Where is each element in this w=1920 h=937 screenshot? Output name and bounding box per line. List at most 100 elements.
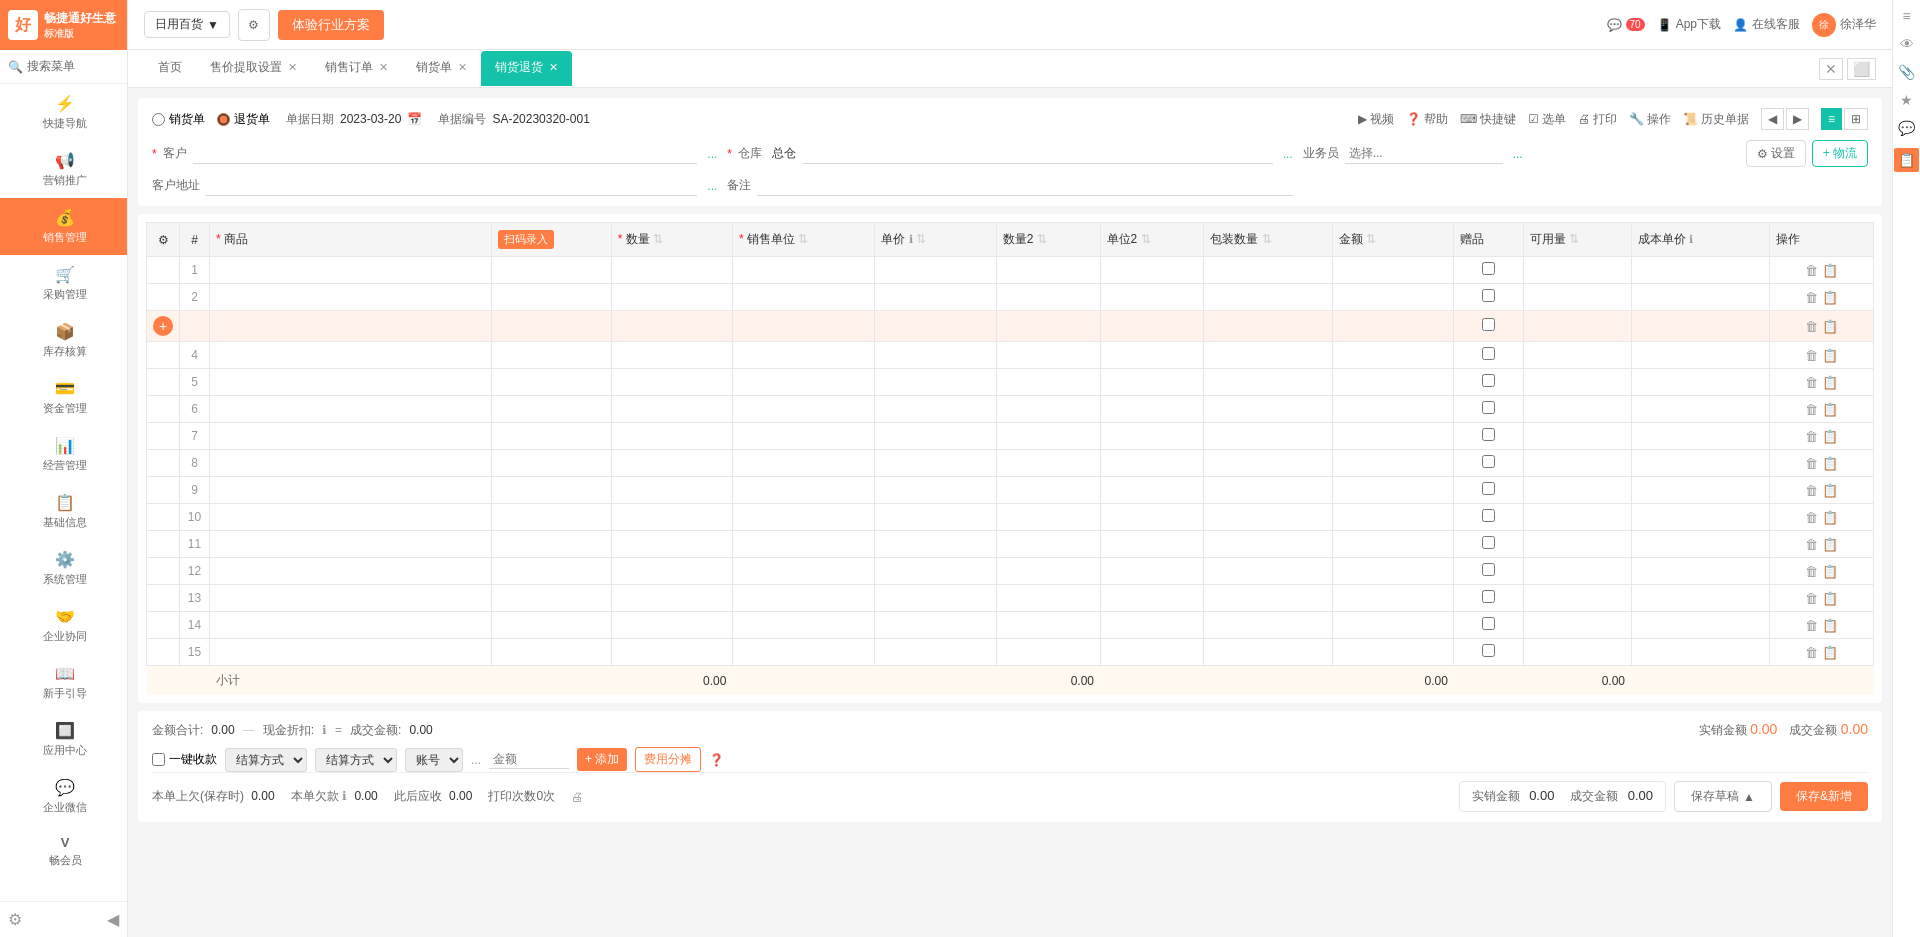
discount-info-icon[interactable]: ℹ	[322, 723, 327, 737]
copy-row-10[interactable]: 📋	[1822, 510, 1838, 525]
settings-icon[interactable]: ⚙	[8, 910, 22, 929]
copy-row-15[interactable]: 📋	[1822, 645, 1838, 660]
fee-info-icon[interactable]: ❓	[709, 753, 724, 767]
gift-checkbox-12[interactable]	[1482, 563, 1495, 576]
radio-return[interactable]: 退货单	[217, 111, 270, 128]
select-action[interactable]: ☑ 选单	[1528, 111, 1566, 128]
price-info-icon[interactable]: ℹ	[909, 233, 913, 245]
print-action[interactable]: 🖨 打印	[1578, 111, 1617, 128]
avail-sort-icon[interactable]: ⇅	[1569, 232, 1579, 246]
save-draft-button[interactable]: 保存草稿 ▲	[1674, 781, 1772, 812]
gift-checkbox-14[interactable]	[1482, 617, 1495, 630]
gift-checkbox-2[interactable]	[1482, 289, 1495, 302]
copy-row-11[interactable]: 📋	[1822, 537, 1838, 552]
account-select[interactable]: 账号	[405, 748, 463, 772]
unit-sort-icon[interactable]: ⇅	[798, 232, 808, 246]
column-settings-icon[interactable]: ⚙	[158, 233, 169, 247]
qty-sort-icon[interactable]: ⇅	[653, 232, 663, 246]
tab-sales-order[interactable]: 销售订单 ✕	[311, 51, 402, 86]
copy-row-8[interactable]: 📋	[1822, 456, 1838, 471]
sidebar-item-member[interactable]: V 畅会员	[0, 825, 127, 878]
sidebar-item-purchase[interactable]: 🛒 采购管理	[0, 255, 127, 312]
pack-sort-icon[interactable]: ⇅	[1262, 232, 1272, 246]
delete-row-6[interactable]: 🗑	[1805, 402, 1818, 417]
right-panel-icon-3[interactable]: 📎	[1898, 64, 1915, 80]
calendar-icon[interactable]: 📅	[407, 112, 422, 126]
sidebar-item-sales[interactable]: 💰 销售管理	[0, 198, 127, 255]
delete-row-11[interactable]: 🗑	[1805, 537, 1818, 552]
gift-checkbox-3[interactable]	[1482, 318, 1495, 331]
staff-select-button[interactable]: ...	[1513, 147, 1523, 161]
right-panel-icon-1[interactable]: ≡	[1902, 8, 1910, 24]
copy-row-9[interactable]: 📋	[1822, 483, 1838, 498]
copy-row-5[interactable]: 📋	[1822, 375, 1838, 390]
copy-row-4[interactable]: 📋	[1822, 348, 1838, 363]
gift-checkbox-13[interactable]	[1482, 590, 1495, 603]
operate-action[interactable]: 🔧 操作	[1629, 111, 1671, 128]
maximize-icon[interactable]: ⬜	[1847, 58, 1876, 80]
gift-checkbox-6[interactable]	[1482, 401, 1495, 414]
tab-sales-return[interactable]: 销货退货 ✕	[481, 51, 572, 86]
add-row-button[interactable]: +	[153, 316, 173, 336]
delete-row-1[interactable]: 🗑	[1805, 263, 1818, 278]
gift-checkbox-11[interactable]	[1482, 536, 1495, 549]
unit2-sort-icon[interactable]: ⇅	[1141, 232, 1151, 246]
single-debt-icon[interactable]: ℹ	[342, 789, 347, 803]
sidebar-search[interactable]: 🔍 搜索菜单	[0, 50, 127, 84]
online-service-button[interactable]: 👤 在线客服	[1733, 16, 1800, 33]
gift-checkbox-5[interactable]	[1482, 374, 1495, 387]
cost-info-icon[interactable]: ℹ	[1689, 233, 1693, 245]
sidebar-item-shortcut[interactable]: ⚡ 快捷导航	[0, 84, 127, 141]
delete-row-10[interactable]: 🗑	[1805, 510, 1818, 525]
warehouse-input[interactable]	[802, 143, 1273, 164]
gift-checkbox-1[interactable]	[1482, 262, 1495, 275]
one-click-payment-checkbox[interactable]: 一键收款	[152, 751, 217, 768]
tab-price-setting[interactable]: 售价提取设置 ✕	[196, 51, 311, 86]
calc-method-select[interactable]: 结算方式	[225, 748, 307, 772]
gift-checkbox-7[interactable]	[1482, 428, 1495, 441]
tab-close-sales-order[interactable]: ✕	[379, 61, 388, 74]
payment-amount-input[interactable]	[489, 750, 569, 769]
tab-sales-delivery[interactable]: 销货单 ✕	[402, 51, 481, 86]
delete-row-15[interactable]: 🗑	[1805, 645, 1818, 660]
copy-row-6[interactable]: 📋	[1822, 402, 1838, 417]
gift-checkbox-10[interactable]	[1482, 509, 1495, 522]
right-panel-icon-4[interactable]: ★	[1900, 92, 1913, 108]
delete-row-5[interactable]: 🗑	[1805, 375, 1818, 390]
copy-row-1[interactable]: 📋	[1822, 263, 1838, 278]
gift-checkbox-4[interactable]	[1482, 347, 1495, 360]
copy-row-14[interactable]: 📋	[1822, 618, 1838, 633]
video-action[interactable]: ▶ 视频	[1358, 111, 1394, 128]
delete-row-9[interactable]: 🗑	[1805, 483, 1818, 498]
staff-input[interactable]	[1345, 143, 1503, 164]
th-setting[interactable]: ⚙	[147, 223, 180, 257]
user-profile[interactable]: 徐 徐泽华	[1812, 13, 1876, 37]
app-download-button[interactable]: 📱 App下载	[1657, 16, 1721, 33]
sidebar-item-system[interactable]: ⚙️ 系统管理	[0, 540, 127, 597]
remark-input[interactable]	[757, 175, 1292, 196]
copy-row-3[interactable]: 📋	[1822, 319, 1838, 334]
th-scan[interactable]: 扫码录入	[492, 223, 611, 257]
gift-checkbox-15[interactable]	[1482, 644, 1495, 657]
sidebar-item-guide[interactable]: 📖 新手引导	[0, 654, 127, 711]
sidebar-item-wechat[interactable]: 💬 企业微信	[0, 768, 127, 825]
sidebar-item-marketing[interactable]: 📢 营销推广	[0, 141, 127, 198]
gift-checkbox-8[interactable]	[1482, 455, 1495, 468]
sidebar-item-enterprise[interactable]: 🤝 企业协同	[0, 597, 127, 654]
delete-row-7[interactable]: 🗑	[1805, 429, 1818, 444]
fee-split-button[interactable]: 费用分摊	[635, 747, 701, 772]
right-panel-icon-2[interactable]: 👁	[1900, 36, 1914, 52]
add-payment-button[interactable]: + + 添加 添加	[577, 748, 627, 771]
payment-method-select[interactable]: 结算方式	[315, 748, 397, 772]
right-panel-icon-6[interactable]: 📋	[1894, 148, 1919, 172]
experience-button[interactable]: 体验行业方案	[278, 10, 384, 40]
right-panel-icon-5[interactable]: 💬	[1898, 120, 1915, 136]
address-select-button[interactable]: ...	[707, 179, 717, 193]
delete-row-4[interactable]: 🗑	[1805, 348, 1818, 363]
tab-close-sales-delivery[interactable]: ✕	[458, 61, 467, 74]
sidebar-item-operation[interactable]: 📊 经营管理	[0, 426, 127, 483]
copy-row-13[interactable]: 📋	[1822, 591, 1838, 606]
logistics-button[interactable]: + 物流	[1812, 140, 1868, 167]
grid-view-button[interactable]: ≡	[1821, 108, 1842, 130]
radio-shipping[interactable]: 销货单	[152, 111, 205, 128]
